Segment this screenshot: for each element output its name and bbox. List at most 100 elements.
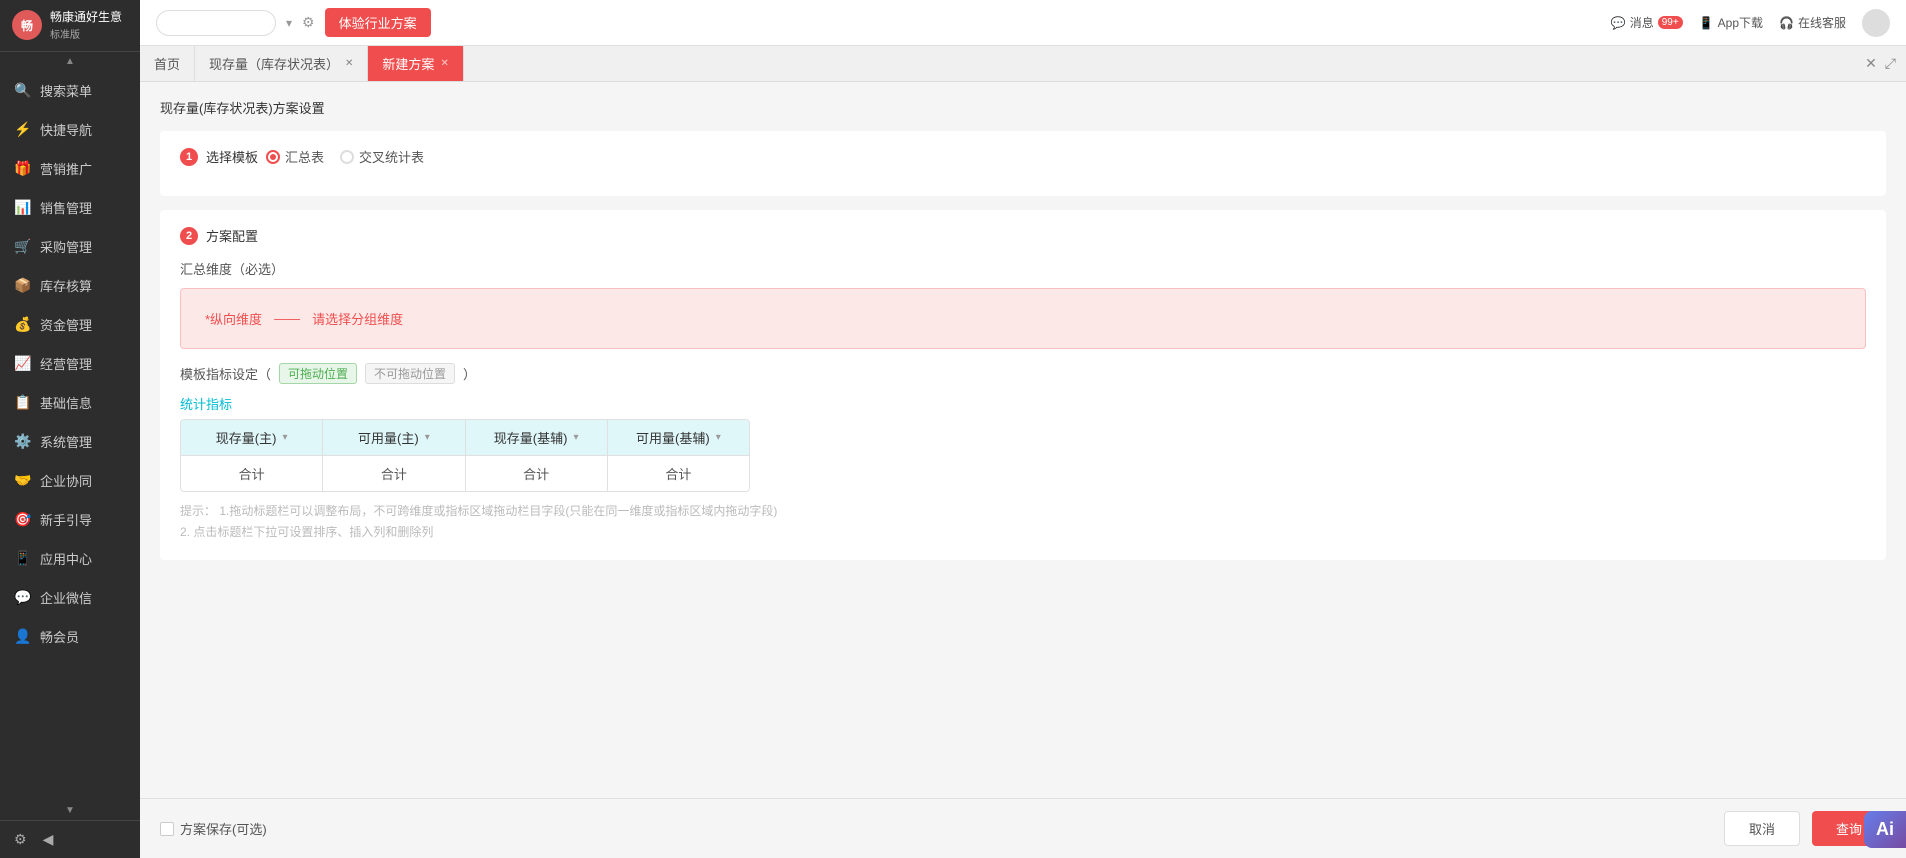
- save-checkbox-box[interactable]: [160, 822, 174, 836]
- stats-table: 现存量(主) ▾ 可用量(主) ▾ 现存量(基辅) ▾ 可用量(基辅) ▾: [180, 419, 750, 492]
- sidebar-item-new-user[interactable]: 🎯 新手引导: [0, 500, 140, 539]
- dimension-box[interactable]: *纵向维度 —— 请选择分组维度: [180, 288, 1866, 349]
- trial-button[interactable]: 体验行业方案: [325, 8, 431, 37]
- app-logo-icon: 畅: [12, 10, 42, 40]
- topbar-left: ▾ ⚙ 体验行业方案: [156, 8, 431, 37]
- basic-info-icon: 📋: [14, 394, 32, 411]
- tab-close-all-icon[interactable]: ✕: [1865, 55, 1877, 72]
- purchase-icon: 🛒: [14, 238, 32, 255]
- sidebar-nav: 🔍 搜索菜单 ⚡ 快捷导航 🎁 营销推广 📊 销售管理 🛒 采购管理 📦 库存核…: [0, 71, 140, 801]
- tips-box: 提示： 1.拖动标题栏可以调整布局，不可跨维度或指标区域拖动栏目字段(只能在同一…: [180, 502, 1866, 540]
- app-logo-text: 畅康通好生意 标准版: [50, 10, 122, 41]
- footer-buttons: 取消 查询: [1724, 811, 1886, 846]
- step1-title: 选择模板: [206, 147, 258, 166]
- tip-2: 2. 点击标题栏下拉可设置排序、插入列和删除列: [180, 523, 1866, 540]
- no-drag-badge: 不可拖动位置: [365, 363, 455, 384]
- settings-icon[interactable]: ⚙: [14, 831, 27, 848]
- wechat-icon: 💬: [14, 589, 32, 606]
- operation-icon: 📈: [14, 355, 32, 372]
- tabbar-controls: ✕ ⤢: [1855, 55, 1906, 72]
- tabbar: 首页 现存量（库存状况表） ✕ 新建方案 ✕ ✕ ⤢: [140, 46, 1906, 82]
- topbar: ▾ ⚙ 体验行业方案 💬 消息 99+ 📱 App下载 🎧 在线客服: [140, 0, 1906, 46]
- indicator-settings: 模板指标设定（ 可拖动位置 不可拖动位置 ）: [180, 363, 1866, 384]
- system-icon: ⚙️: [14, 433, 32, 450]
- sidebar-item-wechat[interactable]: 💬 企业微信: [0, 578, 140, 617]
- header-dropdown-1[interactable]: ▾: [425, 432, 430, 443]
- message-button[interactable]: 💬 消息 99+: [1611, 14, 1683, 31]
- sidebar-logo: 畅 畅康通好生意 标准版: [0, 0, 140, 52]
- tab-home[interactable]: 首页: [140, 46, 195, 81]
- sidebar-item-search[interactable]: 🔍 搜索菜单: [0, 71, 140, 110]
- drag-badge: 可拖动位置: [279, 363, 357, 384]
- save-checkbox[interactable]: 方案保存(可选): [160, 819, 267, 838]
- page-title: 现存量(库存状况表)方案设置: [160, 98, 1886, 117]
- stats-cell-1: 合计: [323, 456, 465, 491]
- radio-summary-circle: [266, 150, 280, 164]
- tab-close-inventory[interactable]: ✕: [345, 58, 353, 69]
- dimension-section-label: 汇总维度（必选）: [180, 259, 1866, 278]
- enterprise-icon: 🤝: [14, 472, 32, 489]
- collapse-icon[interactable]: ◀: [43, 831, 54, 848]
- member-icon: 👤: [14, 628, 32, 645]
- tab-new-plan[interactable]: 新建方案 ✕: [368, 46, 463, 81]
- online-service-button[interactable]: 🎧 在线客服: [1779, 14, 1846, 31]
- dimension-placeholder: 请选择分组维度: [312, 309, 403, 328]
- footer: 方案保存(可选) 取消 查询: [140, 798, 1906, 858]
- ai-badge[interactable]: Ai: [1864, 811, 1906, 848]
- radio-cross[interactable]: 交叉统计表: [340, 147, 424, 166]
- sidebar-scroll-down[interactable]: ▼: [0, 801, 140, 820]
- sidebar-item-operation[interactable]: 📈 经营管理: [0, 344, 140, 383]
- stats-header-cell-1[interactable]: 可用量(主) ▾: [323, 420, 465, 455]
- sidebar-scroll-up[interactable]: ▲: [0, 52, 140, 71]
- topbar-gear-icon[interactable]: ⚙: [302, 14, 315, 31]
- step2-badge: 2: [180, 227, 198, 245]
- template-radio-group: 汇总表 交叉统计表: [266, 147, 424, 166]
- app-download-button[interactable]: 📱 App下载: [1699, 14, 1763, 31]
- sidebar-item-app-center[interactable]: 📱 应用中心: [0, 539, 140, 578]
- stats-cell-2: 合计: [466, 456, 608, 491]
- stats-header-cell-0[interactable]: 现存量(主) ▾: [181, 420, 323, 455]
- sidebar-item-quick-nav[interactable]: ⚡ 快捷导航: [0, 110, 140, 149]
- sidebar-item-marketing[interactable]: 🎁 营销推广: [0, 149, 140, 188]
- sidebar-item-inventory[interactable]: 📦 库存核算: [0, 266, 140, 305]
- sidebar-item-enterprise[interactable]: 🤝 企业协同: [0, 461, 140, 500]
- sidebar: 畅 畅康通好生意 标准版 ▲ 🔍 搜索菜单 ⚡ 快捷导航 🎁 营销推广 📊 销售…: [0, 0, 140, 858]
- tab-expand-icon[interactable]: ⤢: [1885, 55, 1896, 72]
- indicator-settings-label: 模板指标设定（ 可拖动位置 不可拖动位置 ）: [180, 363, 1866, 384]
- topbar-dropdown-icon[interactable]: ▾: [286, 16, 292, 30]
- step2-title: 方案配置: [206, 226, 258, 245]
- sidebar-item-sales[interactable]: 📊 销售管理: [0, 188, 140, 227]
- stats-cell-0: 合计: [181, 456, 323, 491]
- stats-table-header: 现存量(主) ▾ 可用量(主) ▾ 现存量(基辅) ▾ 可用量(基辅) ▾: [181, 420, 749, 455]
- topbar-search-input[interactable]: [156, 10, 276, 36]
- stats-table-row: 合计 合计 合计 合计: [181, 455, 749, 491]
- finance-icon: 💰: [14, 316, 32, 333]
- dimension-dash: ——: [274, 311, 300, 326]
- step1-header: 1 选择模板 汇总表 交叉统计表: [180, 147, 1866, 166]
- header-dropdown-3[interactable]: ▾: [716, 432, 721, 443]
- sidebar-item-finance[interactable]: 💰 资金管理: [0, 305, 140, 344]
- quick-nav-icon: ⚡: [14, 121, 32, 138]
- header-dropdown-0[interactable]: ▾: [282, 432, 287, 443]
- header-dropdown-2[interactable]: ▾: [573, 432, 578, 443]
- radio-summary[interactable]: 汇总表: [266, 147, 324, 166]
- cancel-button[interactable]: 取消: [1724, 811, 1800, 846]
- topbar-right: 💬 消息 99+ 📱 App下载 🎧 在线客服: [1611, 9, 1890, 37]
- user-avatar[interactable]: [1862, 9, 1890, 37]
- headset-icon: 🎧: [1779, 16, 1794, 30]
- sidebar-item-basic-info[interactable]: 📋 基础信息: [0, 383, 140, 422]
- radio-cross-circle: [340, 150, 354, 164]
- main-area: ▾ ⚙ 体验行业方案 💬 消息 99+ 📱 App下载 🎧 在线客服 首页: [140, 0, 1906, 858]
- sidebar-item-system[interactable]: ⚙️ 系统管理: [0, 422, 140, 461]
- inventory-icon: 📦: [14, 277, 32, 294]
- tab-inventory-status[interactable]: 现存量（库存状况表） ✕: [195, 46, 368, 81]
- tab-close-new-plan[interactable]: ✕: [440, 58, 448, 69]
- phone-icon: 📱: [1699, 16, 1714, 30]
- stats-header-cell-2[interactable]: 现存量(基辅) ▾: [466, 420, 608, 455]
- stats-header-cell-3[interactable]: 可用量(基辅) ▾: [608, 420, 749, 455]
- sidebar-item-member[interactable]: 👤 畅会员: [0, 617, 140, 656]
- sidebar-bottom: ⚙ ◀: [0, 820, 140, 858]
- sales-icon: 📊: [14, 199, 32, 216]
- sidebar-item-purchase[interactable]: 🛒 采购管理: [0, 227, 140, 266]
- step2-section: 2 方案配置 汇总维度（必选） *纵向维度 —— 请选择分组维度 模板指标设定（…: [160, 210, 1886, 560]
